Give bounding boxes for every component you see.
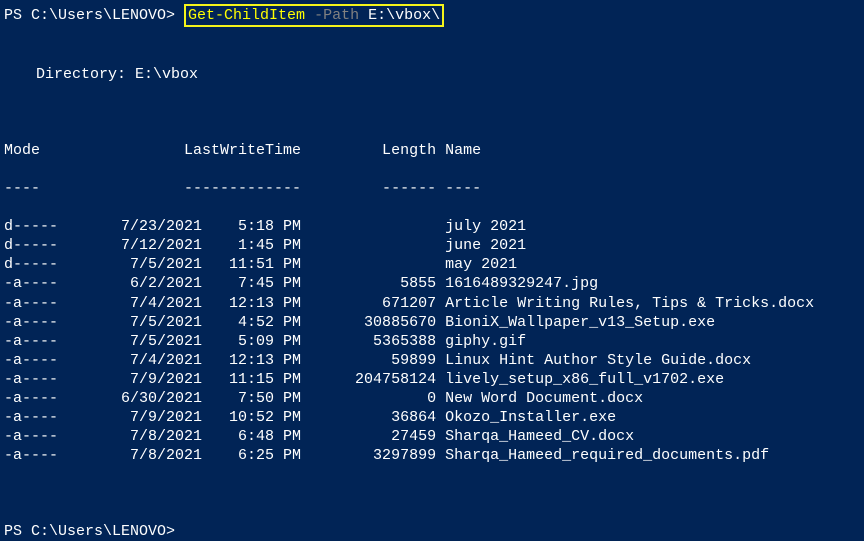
table-row: -a---- 7/4/2021 12:13 PM 671207 Article … bbox=[4, 294, 864, 313]
table-header-dashes: ---- ------------- ------ ---- bbox=[4, 179, 864, 198]
table-row: d----- 7/5/2021 11:51 PM may 2021 bbox=[4, 255, 864, 274]
output-table: Mode LastWriteTime Length Name ---- ----… bbox=[4, 122, 864, 484]
param-name: -Path bbox=[305, 7, 368, 24]
directory-header: Directory: E:\vbox bbox=[4, 65, 864, 84]
table-row: d----- 7/12/2021 1:45 PM june 2021 bbox=[4, 236, 864, 255]
table-row: d----- 7/23/2021 5:18 PM july 2021 bbox=[4, 217, 864, 236]
table-row: -a---- 7/8/2021 6:48 PM 27459 Sharqa_Ham… bbox=[4, 427, 864, 446]
command-highlight: Get-ChildItem -Path E:\vbox\ bbox=[184, 4, 444, 27]
table-header: Mode LastWriteTime Length Name bbox=[4, 141, 864, 160]
table-row: -a---- 6/2/2021 7:45 PM 5855 16164893292… bbox=[4, 274, 864, 293]
table-row: -a---- 7/9/2021 11:15 PM 204758124 livel… bbox=[4, 370, 864, 389]
table-row: -a---- 7/5/2021 5:09 PM 5365388 giphy.gi… bbox=[4, 332, 864, 351]
table-row: -a---- 6/30/2021 7:50 PM 0 New Word Docu… bbox=[4, 389, 864, 408]
prompt-line-1[interactable]: PS C:\Users\LENOVO> Get-ChildItem -Path … bbox=[4, 4, 864, 27]
cmdlet-name: Get-ChildItem bbox=[188, 7, 305, 24]
table-row: -a---- 7/8/2021 6:25 PM 3297899 Sharqa_H… bbox=[4, 446, 864, 465]
prompt-prefix: PS C:\Users\LENOVO> bbox=[4, 7, 184, 24]
prompt-line-2[interactable]: PS C:\Users\LENOVO> bbox=[4, 522, 864, 541]
table-row: -a---- 7/5/2021 4:52 PM 30885670 BioniX_… bbox=[4, 313, 864, 332]
table-row: -a---- 7/9/2021 10:52 PM 36864 Okozo_Ins… bbox=[4, 408, 864, 427]
param-arg: E:\vbox\ bbox=[368, 7, 440, 24]
table-row: -a---- 7/4/2021 12:13 PM 59899 Linux Hin… bbox=[4, 351, 864, 370]
